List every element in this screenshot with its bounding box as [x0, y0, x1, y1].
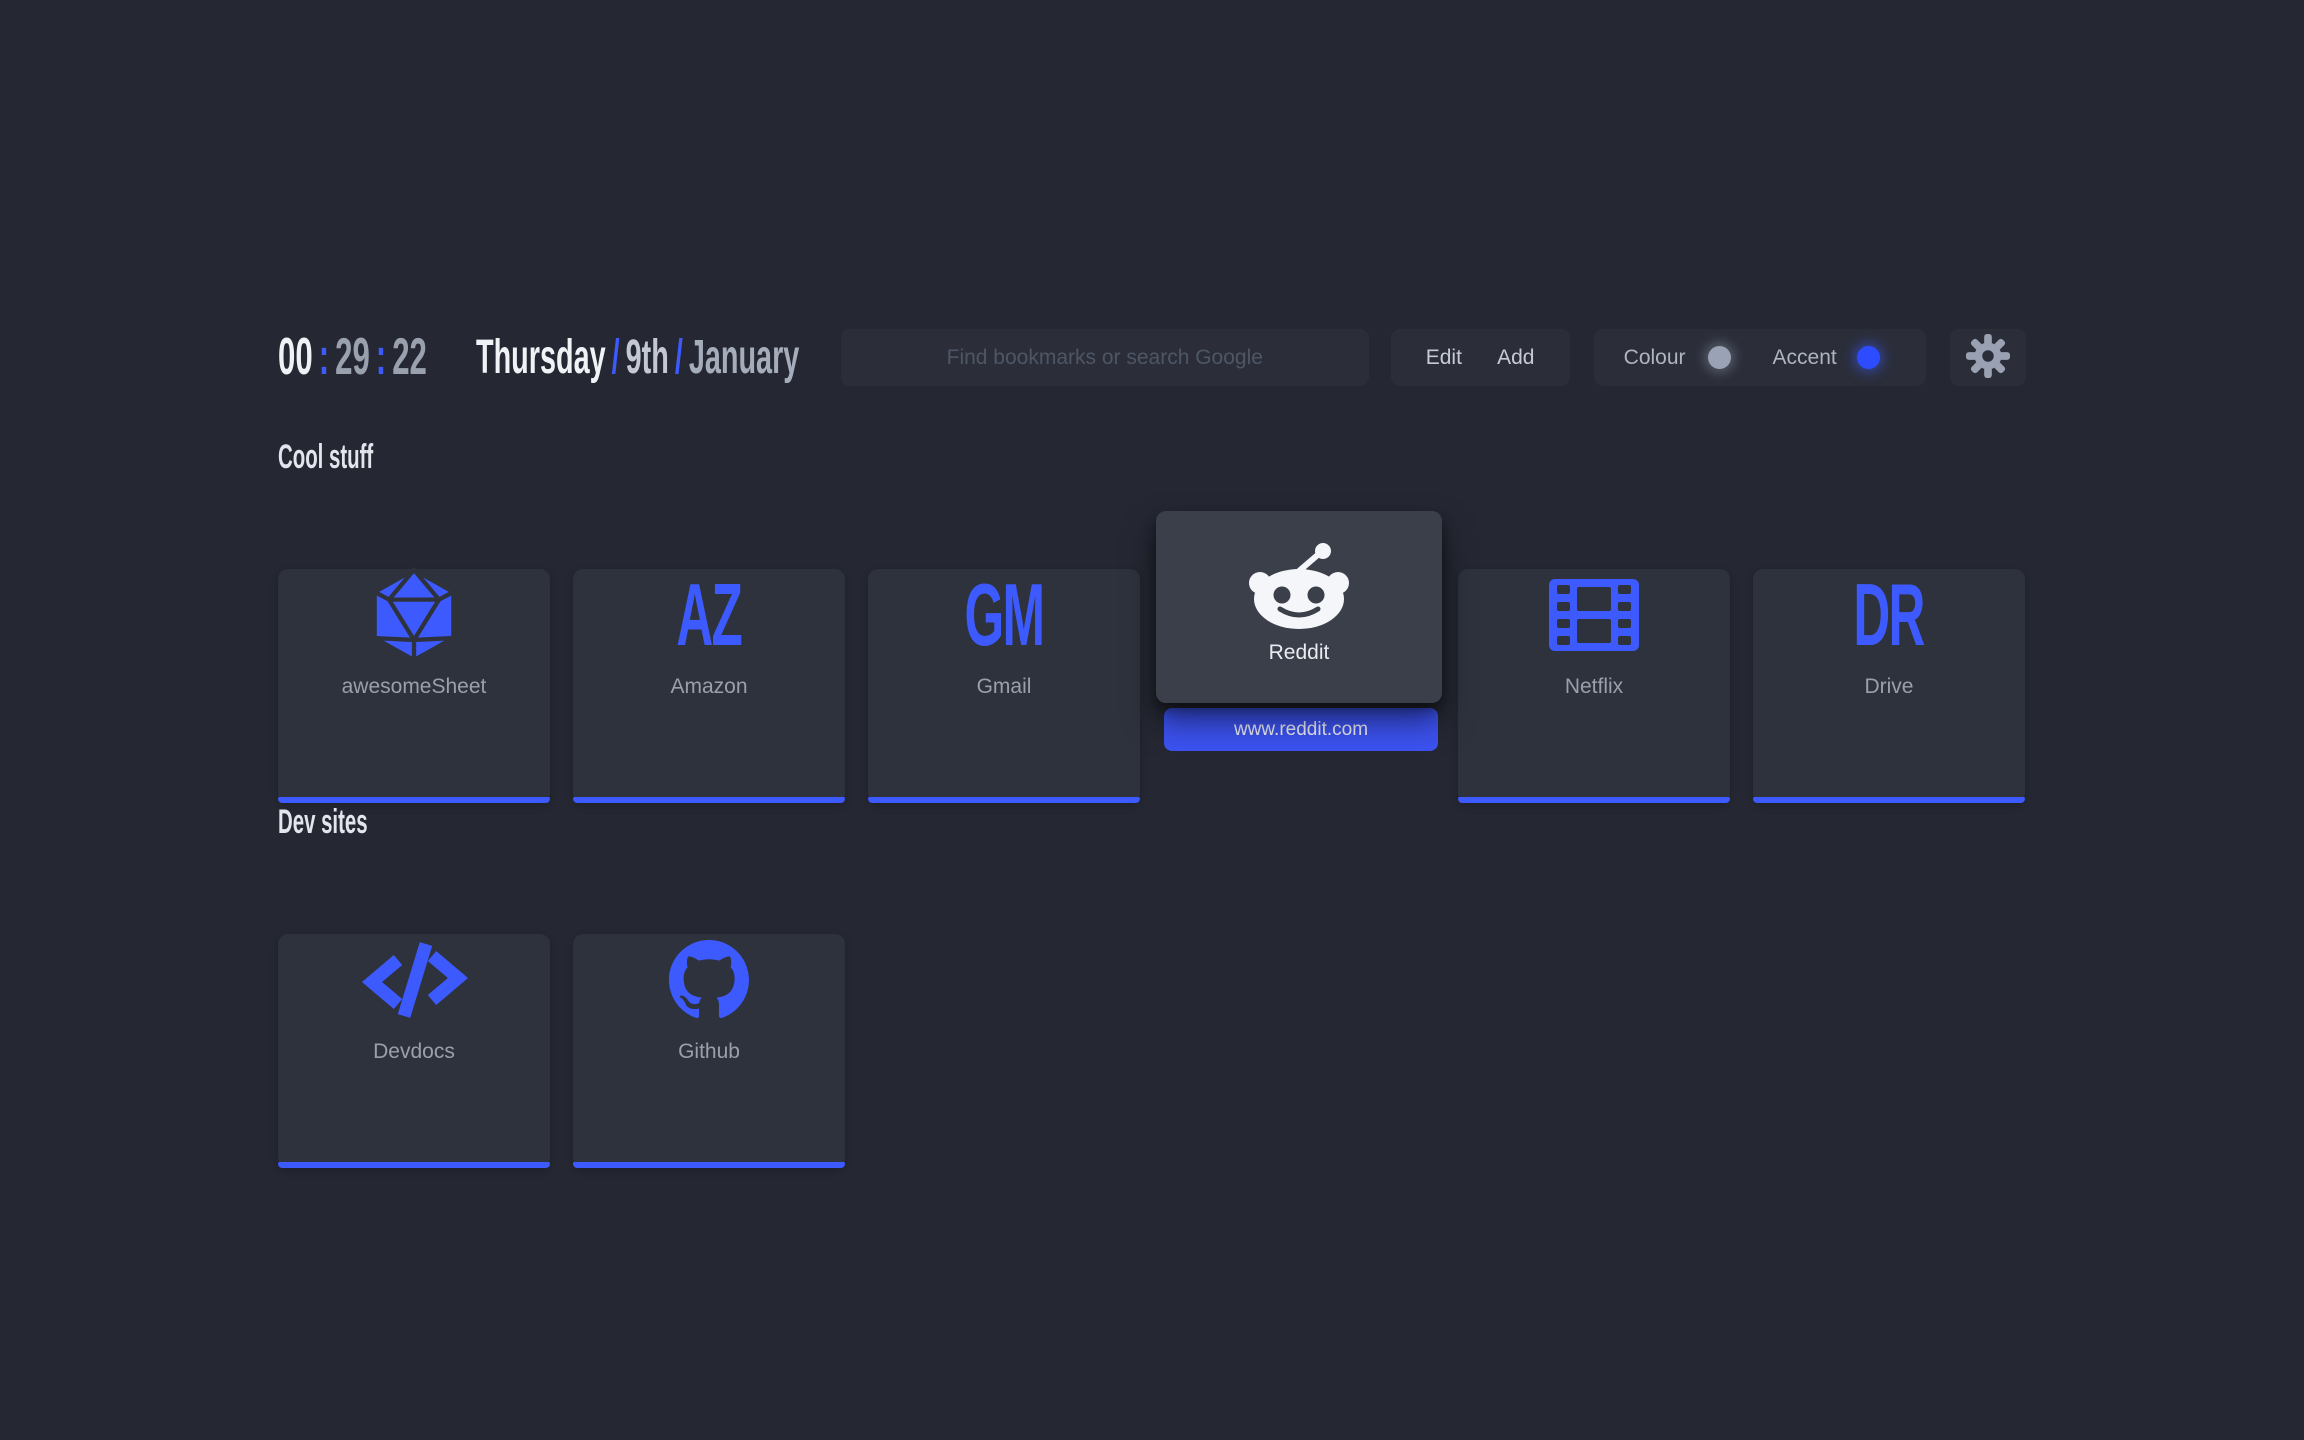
bookmark-url-tooltip: www.reddit.com [1164, 708, 1438, 751]
date-text: Thursday/9th / January [476, 329, 799, 386]
bookmark-card-awesomesheet[interactable]: awesomeSheet [278, 567, 550, 803]
bookmark-card-amazon[interactable]: AZ Amazon [573, 569, 845, 803]
bookmark-card-reddit[interactable]: Reddit [1156, 511, 1442, 703]
bookmark-label: Devdocs [373, 1040, 455, 1063]
clock-colon: : [375, 328, 387, 386]
bookmark-section: Dev sites Devdocs Github [278, 803, 2026, 1168]
letter-icon-text: DR [1853, 565, 1926, 664]
section-title-text: Dev sites [278, 803, 368, 841]
reddit-icon [1156, 541, 1442, 629]
start-page: 00:29:22 Thursday/9th/January Edit Add C… [278, 0, 2026, 1168]
bookmark-sections: Cool stuff awesomeSheet AZ Amazon GM Gmail R… [278, 438, 2026, 1168]
bookmark-grid: Devdocs Github [278, 882, 2026, 1168]
bookmark-label: Drive [1864, 675, 1914, 698]
clock: 00:29:22 [278, 329, 448, 386]
add-button[interactable]: Add [1497, 346, 1534, 370]
bookmark-section: Cool stuff awesomeSheet AZ Amazon GM Gmail R… [278, 438, 2026, 803]
accent-label: Accent [1772, 345, 1837, 369]
date-separator: / [611, 331, 620, 384]
section-title: Cool stuff [278, 438, 2026, 477]
bookmark-slot: AZ Amazon [573, 517, 845, 803]
topbar: 00:29:22 Thursday/9th/January Edit Add C… [278, 329, 2026, 386]
clock-hours: 00 [278, 328, 313, 386]
letter-icon: DR [1753, 569, 2025, 661]
bookmark-slot: awesomeSheet [278, 517, 550, 803]
bookmark-card-gmail[interactable]: GM Gmail [868, 569, 1140, 803]
section-title: Dev sites [278, 803, 2026, 842]
letter-icon: AZ [573, 569, 845, 661]
date: Thursday/9th / January [476, 329, 821, 386]
accent-toggle[interactable] [1856, 346, 1880, 369]
code-icon [278, 934, 550, 1026]
bookmark-label: awesomeSheet [341, 675, 487, 698]
bookmark-label: Netflix [1564, 675, 1624, 698]
clock-colon: : [318, 328, 330, 386]
bookmark-label: Reddit [1268, 641, 1330, 664]
bookmark-card-drive[interactable]: DR Drive [1753, 569, 2025, 803]
date-separator: / [674, 331, 683, 384]
film-icon [1458, 569, 1730, 661]
date-weekday: Thursday [476, 331, 606, 384]
bookmark-slot: Devdocs [278, 882, 550, 1168]
bookmark-slot: DR Drive [1753, 517, 2025, 803]
bookmark-grid: awesomeSheet AZ Amazon GM Gmail Reddit www.re… [278, 511, 2026, 803]
bookmark-card-netflix[interactable]: Netflix [1458, 569, 1730, 803]
bookmark-label: Amazon [670, 675, 748, 698]
colour-toggle[interactable] [1707, 346, 1731, 369]
date-day: 9th [625, 331, 669, 384]
letter-icon-text: AZ [676, 565, 743, 664]
colour-label: Colour [1623, 345, 1686, 369]
clock-text: 00:29:22 [278, 329, 427, 386]
date-month: January [688, 331, 800, 384]
github-icon [573, 934, 845, 1026]
letter-icon: GM [868, 569, 1140, 661]
edit-button[interactable]: Edit [1426, 346, 1462, 370]
bookmark-label: Github [678, 1040, 740, 1063]
clock-minutes: 29 [335, 328, 370, 386]
bookmark-slot: Netflix [1458, 517, 1730, 803]
clock-seconds: 22 [392, 328, 427, 386]
bookmark-slot: Github [573, 882, 845, 1168]
bookmark-card-devdocs[interactable]: Devdocs [278, 934, 550, 1168]
search-input[interactable] [841, 329, 1369, 386]
gear-icon [1965, 333, 2011, 382]
toggle-panel: Colour Accent [1593, 329, 1927, 386]
edit-add-panel: Edit Add [1390, 329, 1570, 386]
bookmark-slot: Reddit www.reddit.com [1156, 511, 1442, 751]
settings-button[interactable] [1950, 329, 2026, 386]
d20-icon [278, 567, 550, 663]
bookmark-card-github[interactable]: Github [573, 934, 845, 1168]
section-title-text: Cool stuff [278, 438, 374, 476]
bookmark-slot: GM Gmail [868, 517, 1140, 803]
letter-icon-text: GM [964, 565, 1045, 664]
bookmark-label: Gmail [976, 675, 1032, 698]
